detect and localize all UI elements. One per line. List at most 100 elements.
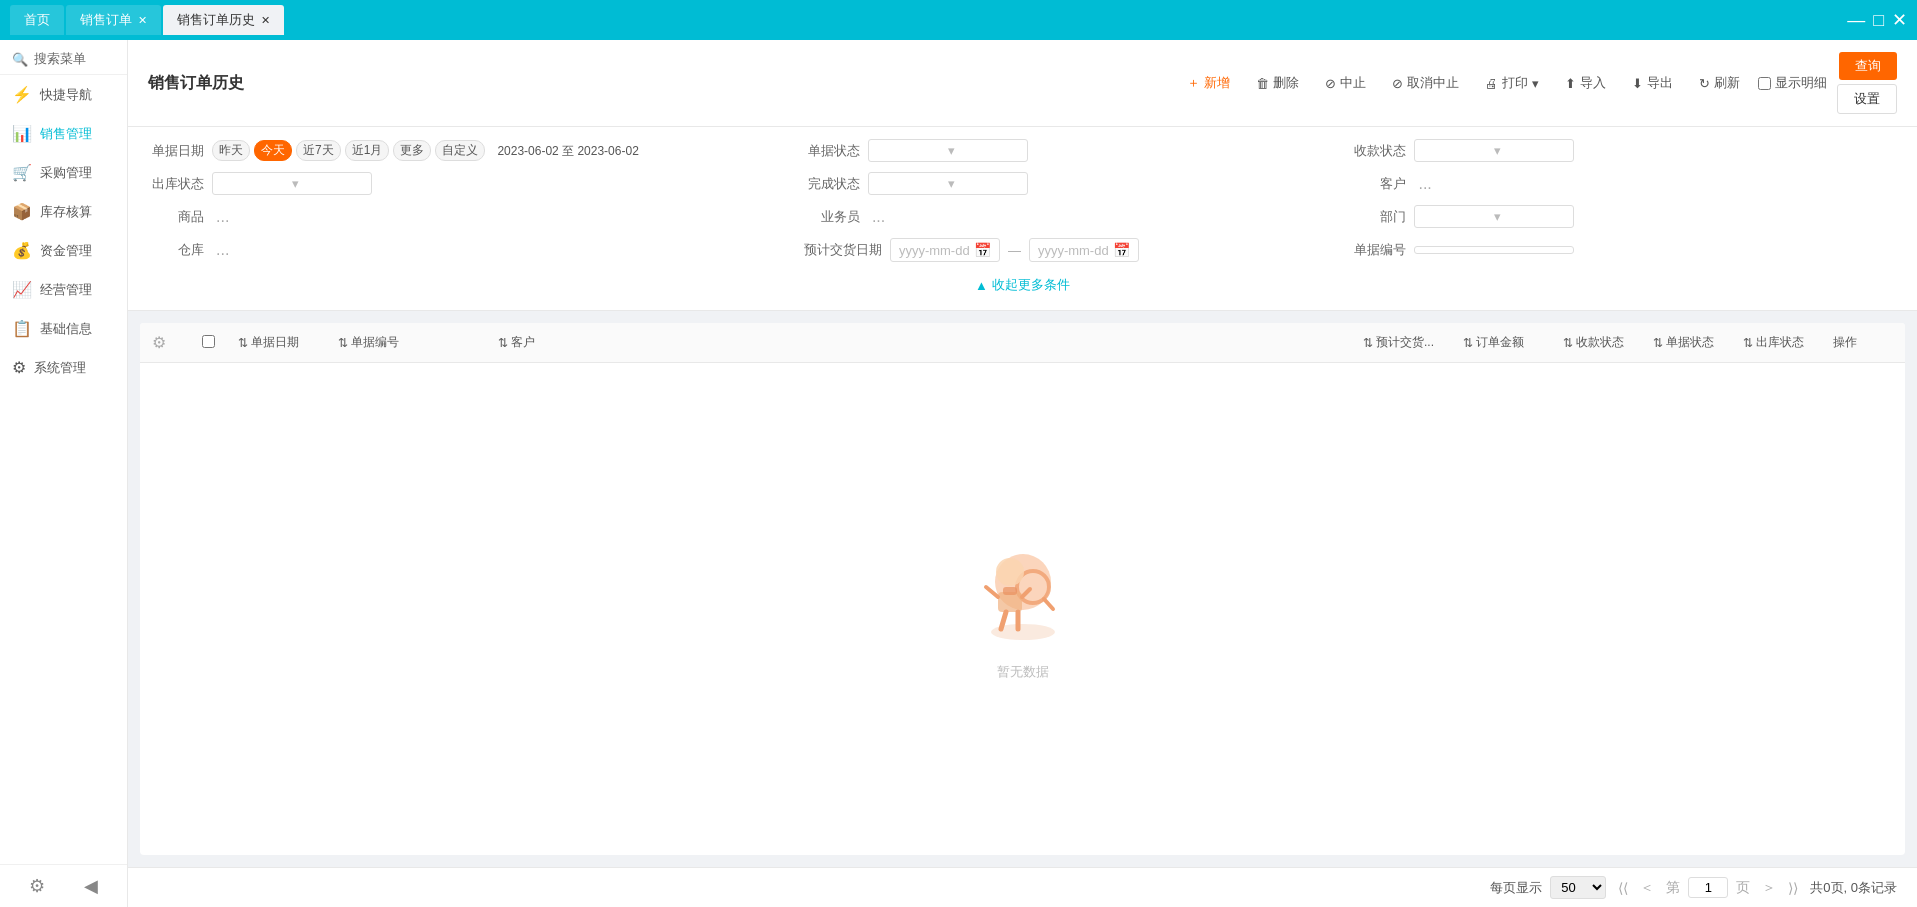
warehouse-control: ... xyxy=(212,241,804,259)
col-out-label: 出库状态 xyxy=(1756,334,1804,351)
date-btn-more[interactable]: 更多 xyxy=(393,140,431,161)
date-btn-yesterday[interactable]: 昨天 xyxy=(212,140,250,161)
warehouse-label: 仓库 xyxy=(148,241,204,259)
collapse-filter-btn[interactable]: ▲ 收起更多条件 xyxy=(148,272,1897,298)
col-header-customer[interactable]: ⇅ 客户 xyxy=(498,334,1363,351)
select-all-checkbox[interactable] xyxy=(202,335,215,348)
payment-status-select[interactable]: ▾ xyxy=(1414,139,1574,162)
delivery-date-to[interactable]: yyyy-mm-dd 📅 xyxy=(1029,238,1139,262)
show-detail-checkbox[interactable] xyxy=(1758,77,1771,90)
setting-button[interactable]: 设置 xyxy=(1837,84,1897,114)
order-no-input[interactable] xyxy=(1414,246,1574,254)
col-header-delivery[interactable]: ⇅ 预计交货... xyxy=(1363,334,1463,351)
delivery-date-from-text: yyyy-mm-dd xyxy=(899,243,970,258)
next-page-icon[interactable]: ＞ xyxy=(1758,877,1780,899)
sidebar-item-sales-mgmt[interactable]: 📊 销售管理 xyxy=(0,114,127,153)
date-btn-today[interactable]: 今天 xyxy=(254,140,292,161)
refresh-button[interactable]: ↻ 刷新 xyxy=(1691,70,1748,96)
tab-sales-order[interactable]: 销售订单 ✕ xyxy=(66,5,161,35)
payment-status-control: ▾ xyxy=(1414,139,1897,162)
query-button[interactable]: 查询 xyxy=(1839,52,1897,80)
tab-home[interactable]: + 新增 首页 xyxy=(10,5,64,35)
sidebar-item-purchase-mgmt[interactable]: 🛒 采购管理 xyxy=(0,153,127,192)
cancel-stop-button[interactable]: ⊘ 取消中止 xyxy=(1384,70,1467,96)
last-page-icon[interactable]: ⟩⟩ xyxy=(1784,878,1802,898)
sidebar-item-quick-nav[interactable]: ⚡ 快捷导航 xyxy=(0,75,127,114)
prev-page-icon[interactable]: ＜ xyxy=(1636,877,1658,899)
stop-button[interactable]: ⊘ 中止 xyxy=(1317,70,1374,96)
delivery-status-select[interactable]: ▾ xyxy=(212,172,372,195)
date-filter-btns: 昨天 今天 近7天 近1月 更多 自定义 xyxy=(212,140,485,161)
dept-select[interactable]: ▾ xyxy=(1414,205,1574,228)
table-settings-icon[interactable]: ⚙ xyxy=(152,333,192,352)
first-page-icon[interactable]: ⟨⟨ xyxy=(1614,878,1632,898)
col-header-date[interactable]: ⇅ 单据日期 xyxy=(238,334,338,351)
maximize-icon[interactable]: □ xyxy=(1873,10,1884,31)
svg-rect-5 xyxy=(1003,587,1017,595)
date-separator: — xyxy=(1008,243,1021,258)
col-header-no[interactable]: ⇅ 单据编号 xyxy=(338,334,498,351)
sidebar-item-funds-mgmt[interactable]: 💰 资金管理 xyxy=(0,231,127,270)
sidebar-item-inventory[interactable]: 📦 库存核算 xyxy=(0,192,127,231)
completion-status-control: ▾ xyxy=(868,172,1351,195)
date-btn-last1m[interactable]: 近1月 xyxy=(345,140,390,161)
col-header-out-status[interactable]: ⇅ 出库状态 xyxy=(1743,334,1833,351)
tab-sales-order-history-close[interactable]: ✕ xyxy=(261,14,270,27)
filter-row-3: 商品 ... 业务员 ... 部门 ▾ xyxy=(148,205,1897,228)
sidebar-collapse-icon[interactable]: ◀ xyxy=(84,875,98,897)
delivery-date-from[interactable]: yyyy-mm-dd 📅 xyxy=(890,238,1000,262)
new-button[interactable]: ＋ 新增 xyxy=(1179,70,1238,96)
payment-status-arrow: ▾ xyxy=(1494,143,1565,158)
col-no-label: 单据编号 xyxy=(351,334,399,351)
show-detail-checkbox-label[interactable]: 显示明细 xyxy=(1758,74,1827,92)
page-size-select[interactable]: 10 20 50 100 xyxy=(1550,876,1606,899)
page-input[interactable] xyxy=(1688,877,1728,898)
export-button[interactable]: ⬇ 导出 xyxy=(1624,70,1681,96)
salesperson-input[interactable]: ... xyxy=(868,208,889,226)
cancel-stop-icon: ⊘ xyxy=(1392,76,1403,91)
order-status-select[interactable]: ▾ xyxy=(868,139,1028,162)
svg-line-3 xyxy=(1044,599,1053,609)
col-header-pay[interactable]: ⇅ 收款状态 xyxy=(1563,334,1653,351)
stop-icon: ⊘ xyxy=(1325,76,1336,91)
print-button[interactable]: 🖨 打印 ▾ xyxy=(1477,70,1547,96)
sidebar-item-ops-mgmt-label: 经营管理 xyxy=(40,281,92,299)
col-amount-label: 订单金额 xyxy=(1476,334,1524,351)
col-header-amount[interactable]: ⇅ 订单金额 xyxy=(1463,334,1563,351)
sidebar-item-basic-info[interactable]: 📋 基础信息 xyxy=(0,309,127,348)
sidebar-item-ops-mgmt[interactable]: 📈 经营管理 xyxy=(0,270,127,309)
customer-input[interactable]: ... xyxy=(1414,175,1435,193)
sort-icon-amount: ⇅ xyxy=(1463,336,1473,350)
import-icon: ⬆ xyxy=(1565,76,1576,91)
sidebar: 🔍 搜索菜单 ⚡ 快捷导航 📊 销售管理 🛒 采购管理 📦 库存核算 💰 资金管… xyxy=(0,40,128,907)
col-header-order-status[interactable]: ⇅ 单据状态 xyxy=(1653,334,1743,351)
sort-icon-order: ⇅ xyxy=(1653,336,1663,350)
sidebar-item-sys-mgmt[interactable]: ⚙ 系统管理 xyxy=(0,348,127,387)
warehouse-input[interactable]: ... xyxy=(212,241,233,259)
completion-status-select[interactable]: ▾ xyxy=(868,172,1028,195)
delete-button[interactable]: 🗑 删除 xyxy=(1248,70,1307,96)
empty-illustration xyxy=(968,537,1078,647)
order-no-label: 单据编号 xyxy=(1350,241,1406,259)
window-close-icon[interactable]: ✕ xyxy=(1892,9,1907,31)
product-input[interactable]: ... xyxy=(212,208,233,226)
tab-sales-order-close[interactable]: ✕ xyxy=(138,14,147,27)
sidebar-search-label: 搜索菜单 xyxy=(34,50,86,68)
salesperson-control: ... xyxy=(868,208,1351,226)
customer-control: ... xyxy=(1414,175,1897,193)
tab-sales-order-history-label: 销售订单历史 xyxy=(177,11,255,29)
tab-sales-order-history[interactable]: 销售订单历史 ✕ xyxy=(163,5,284,35)
col-order-label: 单据状态 xyxy=(1666,334,1714,351)
date-btn-last7[interactable]: 近7天 xyxy=(296,140,341,161)
sort-icon-customer: ⇅ xyxy=(498,336,508,350)
top-bar: + 新增 首页 销售订单 ✕ 销售订单历史 ✕ — □ ✕ xyxy=(0,0,1917,40)
date-btn-custom[interactable]: 自定义 xyxy=(435,140,485,161)
sidebar-settings-icon[interactable]: ⚙ xyxy=(29,875,45,897)
sidebar-search[interactable]: 🔍 搜索菜单 xyxy=(0,40,127,75)
import-button[interactable]: ⬆ 导入 xyxy=(1557,70,1614,96)
col-date-label: 单据日期 xyxy=(251,334,299,351)
filter-completion-status: 完成状态 ▾ xyxy=(804,172,1351,195)
delivery-date-label: 预计交货日期 xyxy=(804,241,882,259)
ops-mgmt-icon: 📈 xyxy=(12,280,32,299)
minimize-icon[interactable]: — xyxy=(1847,10,1865,31)
